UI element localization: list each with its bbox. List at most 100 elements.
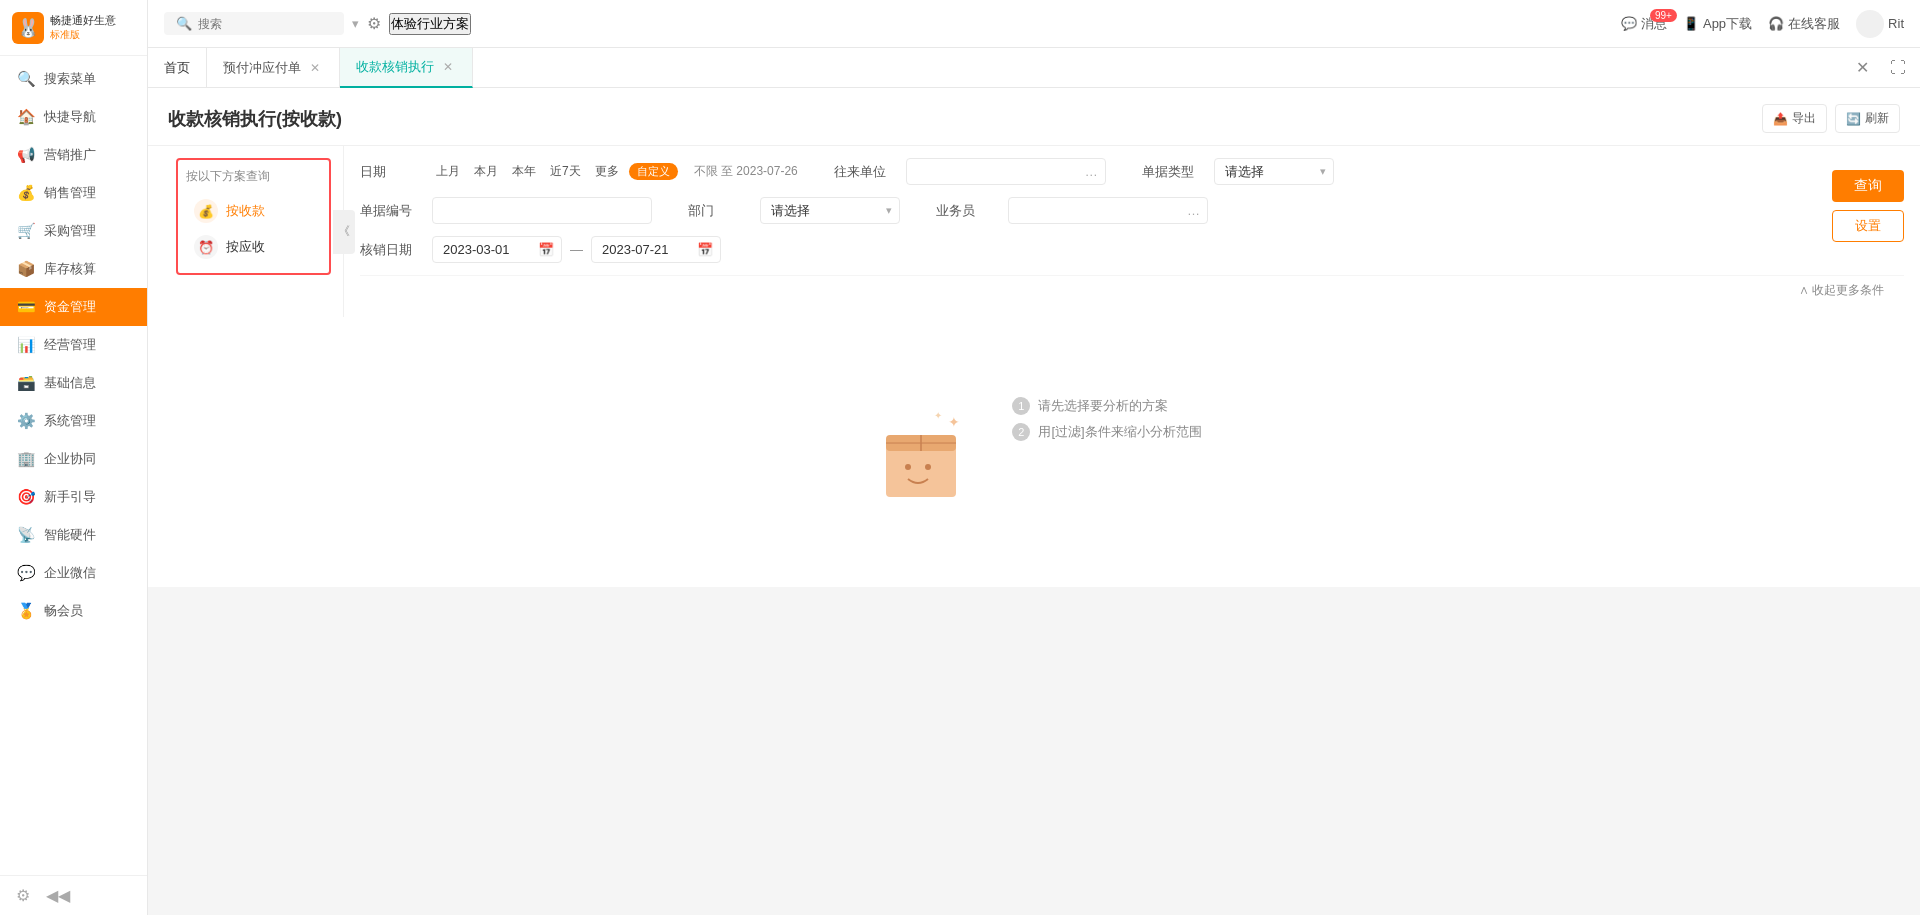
user-profile[interactable]: Rit (1856, 10, 1904, 38)
system-icon: ⚙️ (16, 412, 36, 430)
sidebar-item-label: 畅会员 (44, 602, 83, 620)
tab-receipt-writeoff[interactable]: 收款核销执行 ✕ (340, 48, 473, 88)
tab-bar: 首页 预付冲应付单 ✕ 收款核销执行 ✕ ✕ ⛶ (148, 48, 1920, 88)
app-download-button[interactable]: 📱 App下载 (1683, 15, 1752, 33)
sidebar-item-basic-info[interactable]: 🗃️ 基础信息 (0, 364, 147, 402)
writeoff-date-label: 核销日期 (360, 241, 420, 259)
calendar-end-icon[interactable]: 📅 (697, 242, 713, 257)
sidebar-item-label: 企业微信 (44, 564, 96, 582)
counterpart-input-wrapper: … (906, 158, 1106, 185)
beginner-icon: 🎯 (16, 488, 36, 506)
counterpart-input[interactable] (906, 158, 1106, 185)
filter-sidebar-title: 按以下方案查询 (186, 168, 321, 185)
close-all-tabs-icon[interactable]: ✕ (1848, 54, 1876, 82)
header-search-box[interactable]: 🔍 (164, 12, 344, 35)
sidebar-item-wechat[interactable]: 💬 企业微信 (0, 554, 147, 592)
tab-receipt-label: 收款核销执行 (356, 58, 434, 76)
smart-hardware-icon: 📡 (16, 526, 36, 544)
collapse-more-btn[interactable]: ∧ 收起更多条件 (1799, 282, 1884, 299)
date-this-month[interactable]: 本月 (470, 161, 502, 182)
sidebar-item-member[interactable]: 🏅 畅会员 (0, 592, 147, 630)
doc-no-input[interactable] (432, 197, 652, 224)
sidebar-item-inventory[interactable]: 📦 库存核算 (0, 250, 147, 288)
sidebar-item-operations[interactable]: 📊 经营管理 (0, 326, 147, 364)
logo-edition: 标准版 (50, 28, 116, 42)
svg-point-5 (925, 464, 931, 470)
avatar (1856, 10, 1884, 38)
sidebar-item-search-menu[interactable]: 🔍 搜索菜单 (0, 60, 147, 98)
filter-sidebar-collapse[interactable]: 《 (333, 210, 355, 254)
tab-receipt-close[interactable]: ✕ (440, 59, 456, 75)
date-more[interactable]: 更多 (591, 161, 623, 182)
enterprise-icon: 🏢 (16, 450, 36, 468)
tab-prepay-orders[interactable]: 预付冲应付单 ✕ (207, 48, 340, 88)
date-shortcuts: 上月 本月 本年 近7天 更多 自定义 (432, 161, 678, 182)
doc-type-select[interactable]: 请选择 (1214, 158, 1334, 185)
page-title: 收款核销执行(按收款) (168, 107, 342, 131)
sidebar-item-enterprise[interactable]: 🏢 企业协同 (0, 440, 147, 478)
collapse-sidebar-icon[interactable]: ◀◀ (46, 886, 70, 905)
expand-tab-icon[interactable]: ⛶ (1884, 54, 1912, 82)
sidebar-nav: 🔍 搜索菜单 🏠 快捷导航 📢 营销推广 💰 销售管理 🛒 采购管理 📦 库存核… (0, 56, 147, 875)
tab-home[interactable]: 首页 (148, 48, 207, 88)
sidebar-item-label: 基础信息 (44, 374, 96, 392)
sidebar-item-label: 搜索菜单 (44, 70, 96, 88)
empty-hint-2: 2 用[过滤]条件来缩小分析范围 (1012, 423, 1201, 441)
settings-icon[interactable]: ⚙ (16, 886, 30, 905)
date-range: 📅 — 📅 (432, 236, 721, 263)
export-icon: 📤 (1773, 112, 1788, 126)
sidebar-item-label: 库存核算 (44, 260, 96, 278)
solution-button[interactable]: 体验行业方案 (389, 13, 471, 35)
sidebar-item-label: 快捷导航 (44, 108, 96, 126)
writeoff-date-end-wrapper: 📅 (591, 236, 721, 263)
operations-icon: 📊 (16, 336, 36, 354)
date-last-month[interactable]: 上月 (432, 161, 464, 182)
calendar-start-icon[interactable]: 📅 (538, 242, 554, 257)
date-last-7-days[interactable]: 近7天 (546, 161, 585, 182)
dropdown-icon[interactable]: ▾ (352, 16, 359, 31)
header-left: 🔍 ▾ ⚙ 体验行业方案 (164, 12, 471, 35)
header-search-input[interactable] (198, 17, 318, 31)
filter-option-by-receipt[interactable]: 💰 按收款 (186, 193, 321, 229)
dept-select[interactable]: 请选择 (760, 197, 900, 224)
dept-label: 部门 (688, 202, 748, 220)
message-count-badge: 99+ (1650, 9, 1677, 22)
sidebar-item-smart-hardware[interactable]: 📡 智能硬件 (0, 516, 147, 554)
staff-label: 业务员 (936, 202, 996, 220)
staff-more-icon[interactable]: … (1187, 203, 1200, 218)
doc-no-label: 单据编号 (360, 202, 420, 220)
refresh-button[interactable]: 🔄 刷新 (1835, 104, 1900, 133)
svg-point-4 (905, 464, 911, 470)
gear-settings-icon[interactable]: ⚙ (367, 14, 381, 33)
filter-option-by-receivable[interactable]: ⏰ 按应收 (186, 229, 321, 265)
sidebar-item-quick-nav[interactable]: 🏠 快捷导航 (0, 98, 147, 136)
sidebar-item-label: 采购管理 (44, 222, 96, 240)
top-header: 🔍 ▾ ⚙ 体验行业方案 💬 消息 99+ 📱 App下载 🎧 在线客服 (148, 0, 1920, 48)
sidebar-item-finance[interactable]: 💳 资金管理 (0, 288, 147, 326)
query-button[interactable]: 查询 (1832, 170, 1904, 202)
message-button[interactable]: 💬 消息 99+ (1621, 15, 1667, 33)
sidebar: 🐰 畅捷通好生意 标准版 🔍 搜索菜单 🏠 快捷导航 📢 营销推广 💰 销售管理… (0, 0, 148, 915)
online-service-button[interactable]: 🎧 在线客服 (1768, 15, 1840, 33)
sidebar-item-system[interactable]: ⚙️ 系统管理 (0, 402, 147, 440)
hint-num-2: 2 (1012, 423, 1030, 441)
staff-input[interactable] (1008, 197, 1208, 224)
sidebar-bottom: ⚙ ◀◀ (0, 875, 147, 915)
query-buttons: 查询 设置 (1832, 158, 1904, 275)
search-menu-icon: 🔍 (16, 70, 36, 88)
sidebar-item-beginner[interactable]: 🎯 新手引导 (0, 478, 147, 516)
username: Rit (1888, 16, 1904, 31)
sidebar-item-marketing[interactable]: 📢 营销推广 (0, 136, 147, 174)
by-receipt-icon: 💰 (194, 199, 218, 223)
sidebar-item-sales[interactable]: 💰 销售管理 (0, 174, 147, 212)
quick-nav-icon: 🏠 (16, 108, 36, 126)
export-button[interactable]: 📤 导出 (1762, 104, 1827, 133)
tab-prepay-close[interactable]: ✕ (307, 60, 323, 76)
date-custom-badge[interactable]: 自定义 (629, 163, 678, 180)
date-this-year[interactable]: 本年 (508, 161, 540, 182)
sidebar-item-purchase[interactable]: 🛒 采购管理 (0, 212, 147, 250)
logo-name: 畅捷通好生意 (50, 13, 116, 27)
filter-settings-button[interactable]: 设置 (1832, 210, 1904, 242)
counterpart-more-icon[interactable]: … (1085, 164, 1098, 179)
filter-sidebar-box: 按以下方案查询 💰 按收款 ⏰ 按应收 (176, 158, 331, 275)
